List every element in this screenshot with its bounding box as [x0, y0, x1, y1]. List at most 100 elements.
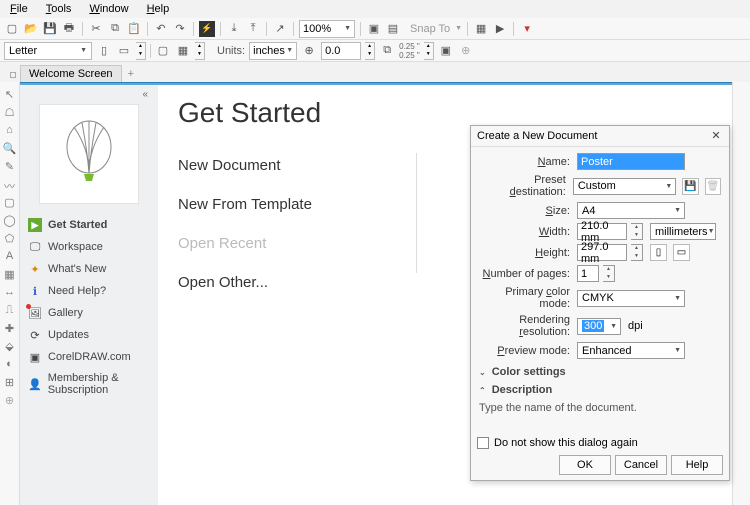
snap-to-label[interactable]: Snap To [410, 23, 450, 35]
document-tab-bar: Welcome Screen + [0, 62, 750, 82]
sidebar-item-membership[interactable]: 👤 Membership & Subscription [26, 368, 152, 400]
size-select[interactable]: A4▼ [577, 202, 685, 219]
sidebar-item-get-started[interactable]: ▶ Get Started [26, 214, 152, 236]
zoom-select[interactable]: 100% ▼ [299, 20, 355, 38]
duplicate-icon: ⧉ [379, 43, 395, 59]
export-icon[interactable]: ⤒ [245, 21, 261, 37]
section-color-settings[interactable]: ⌄ Color settings [479, 363, 721, 381]
sidebar-item-workspace[interactable]: 🖵 Workspace [26, 236, 152, 258]
ellipse-tool-icon[interactable]: ◯ [3, 214, 17, 228]
section-description[interactable]: ⌃ Description [479, 381, 721, 399]
print-icon[interactable]: 🖶 [61, 21, 77, 37]
link-open-other[interactable]: Open Other... [178, 274, 408, 291]
treat-as-filled-icon[interactable]: ▣ [438, 43, 454, 59]
spin-nudge[interactable]: ▲▼ [365, 42, 375, 60]
options-icon[interactable]: ▦ [473, 21, 489, 37]
spin-pages[interactable]: ▲▼ [136, 42, 146, 60]
dont-show-checkbox-row[interactable]: Do not show this dialog again [477, 437, 723, 449]
app-icon[interactable]: ▾ [519, 21, 535, 37]
facing-pages-icon[interactable]: ▦ [175, 43, 191, 59]
help-button[interactable]: Help [671, 455, 723, 475]
spin-pages[interactable]: ▲▼ [603, 265, 615, 282]
full-screen-icon[interactable]: ▣ [366, 21, 382, 37]
add-tool-icon[interactable]: ⊕ [3, 394, 17, 408]
shape-tool-icon[interactable]: ☖ [3, 106, 17, 120]
menu-tools[interactable]: Tools [40, 1, 78, 17]
spin-dup[interactable]: ▲▼ [424, 42, 434, 60]
search-icon[interactable]: ⚡ [199, 21, 215, 37]
link-new-document[interactable]: New Document [178, 157, 408, 174]
collapse-sidebar-icon[interactable]: « [26, 89, 152, 100]
import-icon[interactable]: ⤓ [226, 21, 242, 37]
tab-label: Welcome Screen [29, 68, 113, 80]
portrait-icon[interactable]: ▯ [96, 43, 112, 59]
landscape-icon[interactable]: ▭ [673, 244, 690, 261]
redo-icon[interactable]: ↷ [172, 21, 188, 37]
undo-icon[interactable]: ↶ [153, 21, 169, 37]
preset-select[interactable]: Custom▼ [573, 178, 677, 195]
cut-icon[interactable]: ✂ [88, 21, 104, 37]
save-icon[interactable]: 💾 [42, 21, 58, 37]
polygon-tool-icon[interactable]: ⬠ [3, 232, 17, 246]
preview-icon[interactable]: ▤ [385, 21, 401, 37]
dropper-tool-icon[interactable]: ✚ [3, 322, 17, 336]
spin-height[interactable]: ▲▼ [631, 244, 643, 261]
page-size-select[interactable]: Letter ▼ [4, 42, 92, 60]
menu-window[interactable]: Window [83, 1, 134, 17]
tab-list-icon[interactable] [10, 72, 16, 78]
page-icon[interactable]: ▢ [155, 43, 171, 59]
nudge-field[interactable]: 0.0 [321, 42, 361, 60]
text-tool-icon[interactable]: A [3, 250, 17, 264]
zoom-value: 100% [303, 23, 331, 35]
new-icon[interactable]: ▢ [4, 21, 20, 37]
units-select[interactable]: inches ▼ [249, 42, 297, 60]
launch-icon[interactable]: ▶ [492, 21, 508, 37]
height-field[interactable]: 297.0 mm [577, 244, 627, 261]
rectangle-tool-icon[interactable]: ▢ [3, 196, 17, 210]
connector-tool-icon[interactable]: ⎍ [3, 304, 17, 318]
new-tab-button[interactable]: + [122, 66, 140, 82]
tab-welcome-screen[interactable]: Welcome Screen [20, 65, 122, 82]
sidebar-item-coreldraw-com[interactable]: ▣ CorelDRAW.com [26, 346, 152, 368]
cancel-button[interactable]: Cancel [615, 455, 667, 475]
copy-icon[interactable]: ⧉ [107, 21, 123, 37]
menu-file[interactable]: File [4, 1, 34, 17]
pick-tool-icon[interactable]: ↖ [3, 88, 17, 102]
sidebar-item-updates[interactable]: ⟳ Updates [26, 324, 152, 346]
crop-tool-icon[interactable]: ⌂ [3, 124, 17, 138]
spin-facing[interactable]: ▲▼ [195, 42, 205, 60]
portrait-icon[interactable]: ▯ [650, 244, 667, 261]
name-field[interactable]: Poster [577, 153, 685, 170]
outline-tool-icon[interactable]: ◐ [3, 358, 17, 372]
spin-width[interactable]: ▲▼ [631, 223, 643, 240]
sidebar-item-need-help[interactable]: ℹ Need Help? [26, 280, 152, 302]
chevron-down-icon[interactable]: ▼ [455, 25, 462, 32]
open-icon[interactable]: 📂 [23, 21, 39, 37]
fill-tool-icon[interactable]: ⬙ [3, 340, 17, 354]
dpi-label: dpi [628, 320, 643, 332]
menu-help[interactable]: Help [141, 1, 176, 17]
ok-button[interactable]: OK [559, 455, 611, 475]
save-preset-icon[interactable]: 💾 [682, 178, 698, 195]
resolution-field[interactable]: 300▼ [577, 318, 621, 335]
publish-icon[interactable]: ↗ [272, 21, 288, 37]
landscape-icon[interactable]: ▭ [116, 43, 132, 59]
artistic-tool-icon[interactable]: 〰 [3, 178, 17, 192]
preview-select[interactable]: Enhanced▼ [577, 342, 685, 359]
width-field[interactable]: 210.0 mm [577, 223, 627, 240]
link-new-from-template[interactable]: New From Template [178, 196, 408, 213]
close-icon[interactable]: ✕ [709, 129, 723, 143]
zoom-tool-icon[interactable]: 🔍 [3, 142, 17, 156]
dimension-tool-icon[interactable]: ↔ [3, 286, 17, 300]
pages-field[interactable]: 1 [577, 265, 599, 282]
sidebar-item-whats-new[interactable]: ✦ What's New [26, 258, 152, 280]
add-icon[interactable]: ⊕ [458, 43, 474, 59]
checkbox-icon[interactable] [477, 437, 489, 449]
table-tool-icon[interactable]: ▦ [3, 268, 17, 282]
color-mode-select[interactable]: CMYK▼ [577, 290, 685, 307]
sidebar-item-gallery[interactable]: 🖼 Gallery [26, 302, 152, 324]
width-units-select[interactable]: millimeters▼ [650, 223, 716, 240]
freehand-tool-icon[interactable]: ✎ [3, 160, 17, 174]
paste-icon[interactable]: 📋 [126, 21, 142, 37]
transparency-tool-icon[interactable]: ⊞ [3, 376, 17, 390]
